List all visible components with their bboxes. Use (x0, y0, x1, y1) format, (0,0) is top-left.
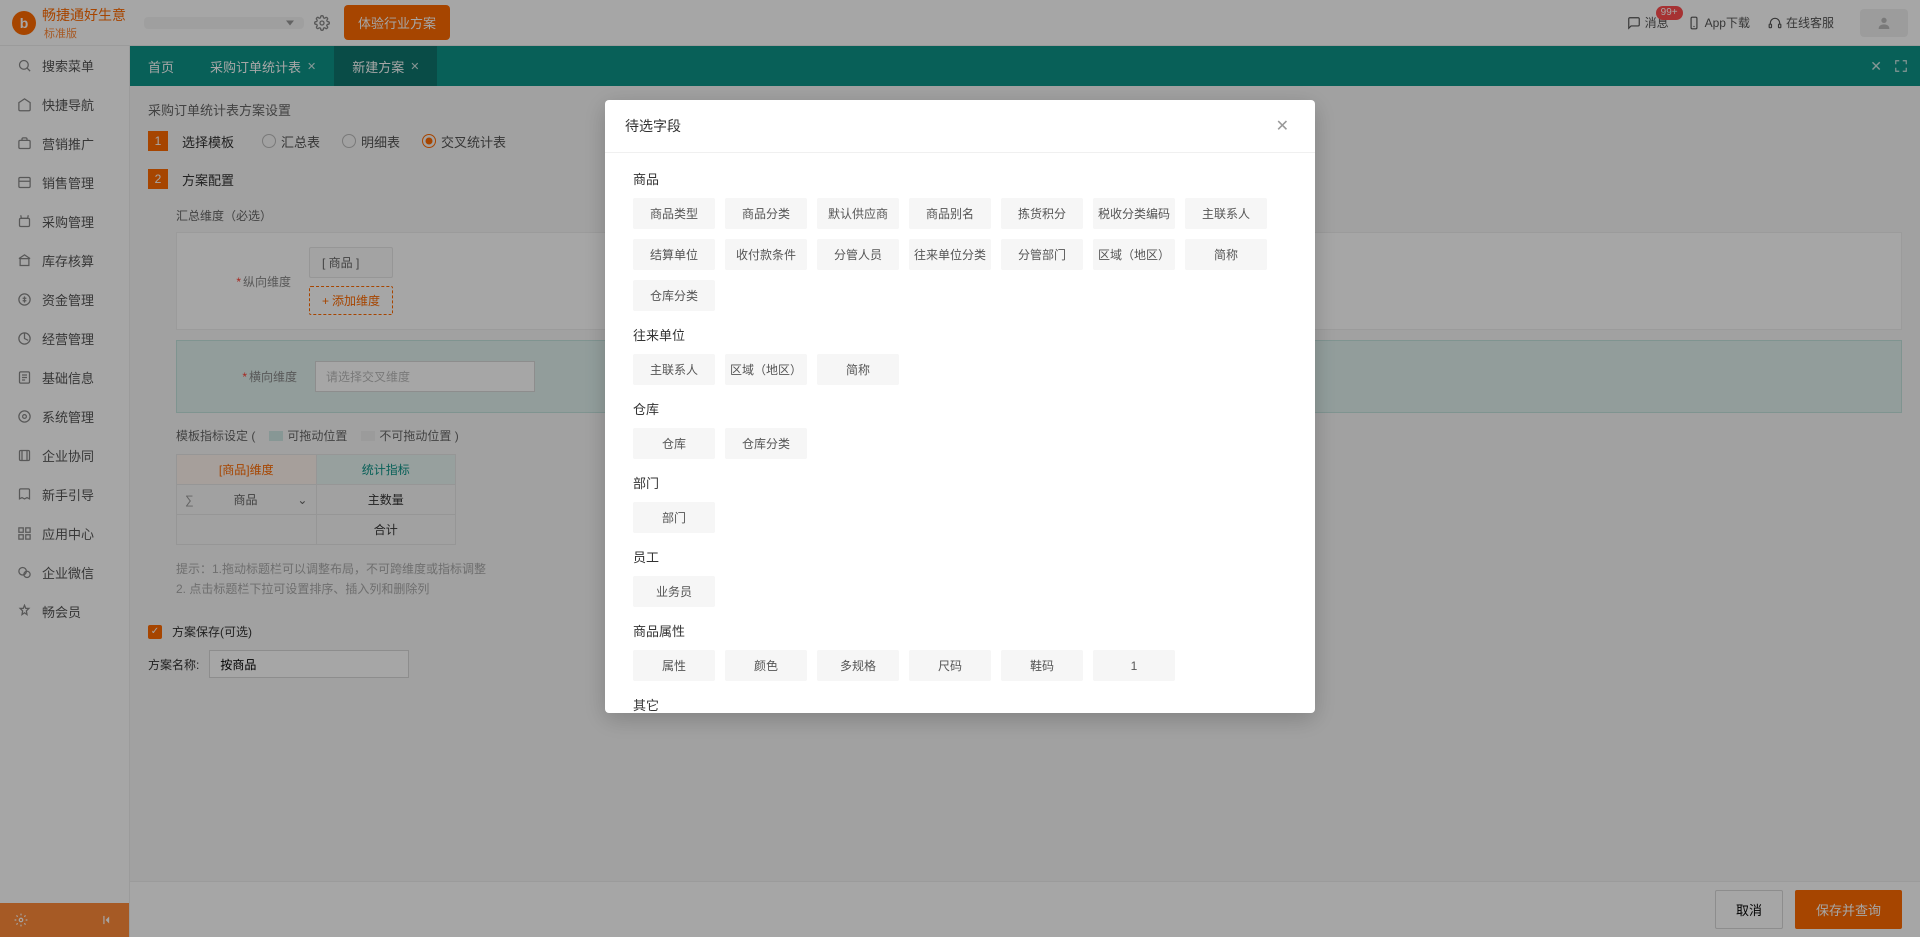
field-chip[interactable]: 商品别名 (909, 198, 991, 229)
field-group-4: 员工业务员 (633, 547, 1287, 607)
field-group-title: 仓库 (633, 399, 1287, 418)
field-group-0: 商品商品类型商品分类默认供应商商品别名拣货积分税收分类编码主联系人结算单位收付款… (633, 169, 1287, 311)
field-group-3: 部门部门 (633, 473, 1287, 533)
field-group-2: 仓库仓库仓库分类 (633, 399, 1287, 459)
field-group-5: 商品属性属性颜色多规格尺码鞋码 1 (633, 621, 1287, 681)
modal-close-button[interactable]: ✕ (1270, 114, 1295, 138)
field-chip[interactable]: 业务员 (633, 576, 715, 607)
field-chip[interactable]: 往来单位分类 (909, 239, 991, 270)
field-chip[interactable]: 商品类型 (633, 198, 715, 229)
field-chip[interactable]: 默认供应商 (817, 198, 899, 229)
modal-title: 待选字段 (625, 116, 681, 136)
field-chip[interactable]: 简称 (817, 354, 899, 385)
field-group-title: 部门 (633, 473, 1287, 492)
field-group-title: 商品属性 (633, 621, 1287, 640)
field-chip[interactable]: 鞋码 (1001, 650, 1083, 681)
field-selector-modal: 待选字段 ✕ 商品商品类型商品分类默认供应商商品别名拣货积分税收分类编码主联系人… (605, 100, 1315, 713)
field-chip[interactable]: 收付款条件 (725, 239, 807, 270)
field-chip[interactable]: 区域（地区） (725, 354, 807, 385)
field-group-1: 往来单位主联系人区域（地区） 简称 (633, 325, 1287, 385)
field-group-title: 往来单位 (633, 325, 1287, 344)
field-chip[interactable]: 主联系人 (633, 354, 715, 385)
field-chip[interactable]: 简称 (1185, 239, 1267, 270)
field-group-title: 商品 (633, 169, 1287, 188)
field-chip[interactable]: 仓库分类 (725, 428, 807, 459)
field-chip[interactable]: 分管部门 (1001, 239, 1083, 270)
field-chip[interactable]: 部门 (633, 502, 715, 533)
field-chip[interactable]: 属性 (633, 650, 715, 681)
field-chip[interactable]: 区域（地区） (1093, 239, 1175, 270)
field-chip[interactable]: 颜色 (725, 650, 807, 681)
field-chip[interactable]: 1 (1093, 650, 1175, 681)
field-group-title: 员工 (633, 547, 1287, 566)
field-chip[interactable]: 仓库 (633, 428, 715, 459)
field-chip[interactable]: 主联系人 (1185, 198, 1267, 229)
field-chip[interactable]: 税收分类编码 (1093, 198, 1175, 229)
field-chip[interactable]: 拣货积分 (1001, 198, 1083, 229)
field-group-6: 其它单据日期项目 (633, 695, 1287, 713)
field-chip[interactable]: 结算单位 (633, 239, 715, 270)
field-chip[interactable]: 尺码 (909, 650, 991, 681)
field-chip[interactable]: 多规格 (817, 650, 899, 681)
field-group-title: 其它 (633, 695, 1287, 713)
field-chip[interactable]: 分管人员 (817, 239, 899, 270)
field-chip[interactable]: 仓库分类 (633, 280, 715, 311)
field-chip[interactable]: 商品分类 (725, 198, 807, 229)
